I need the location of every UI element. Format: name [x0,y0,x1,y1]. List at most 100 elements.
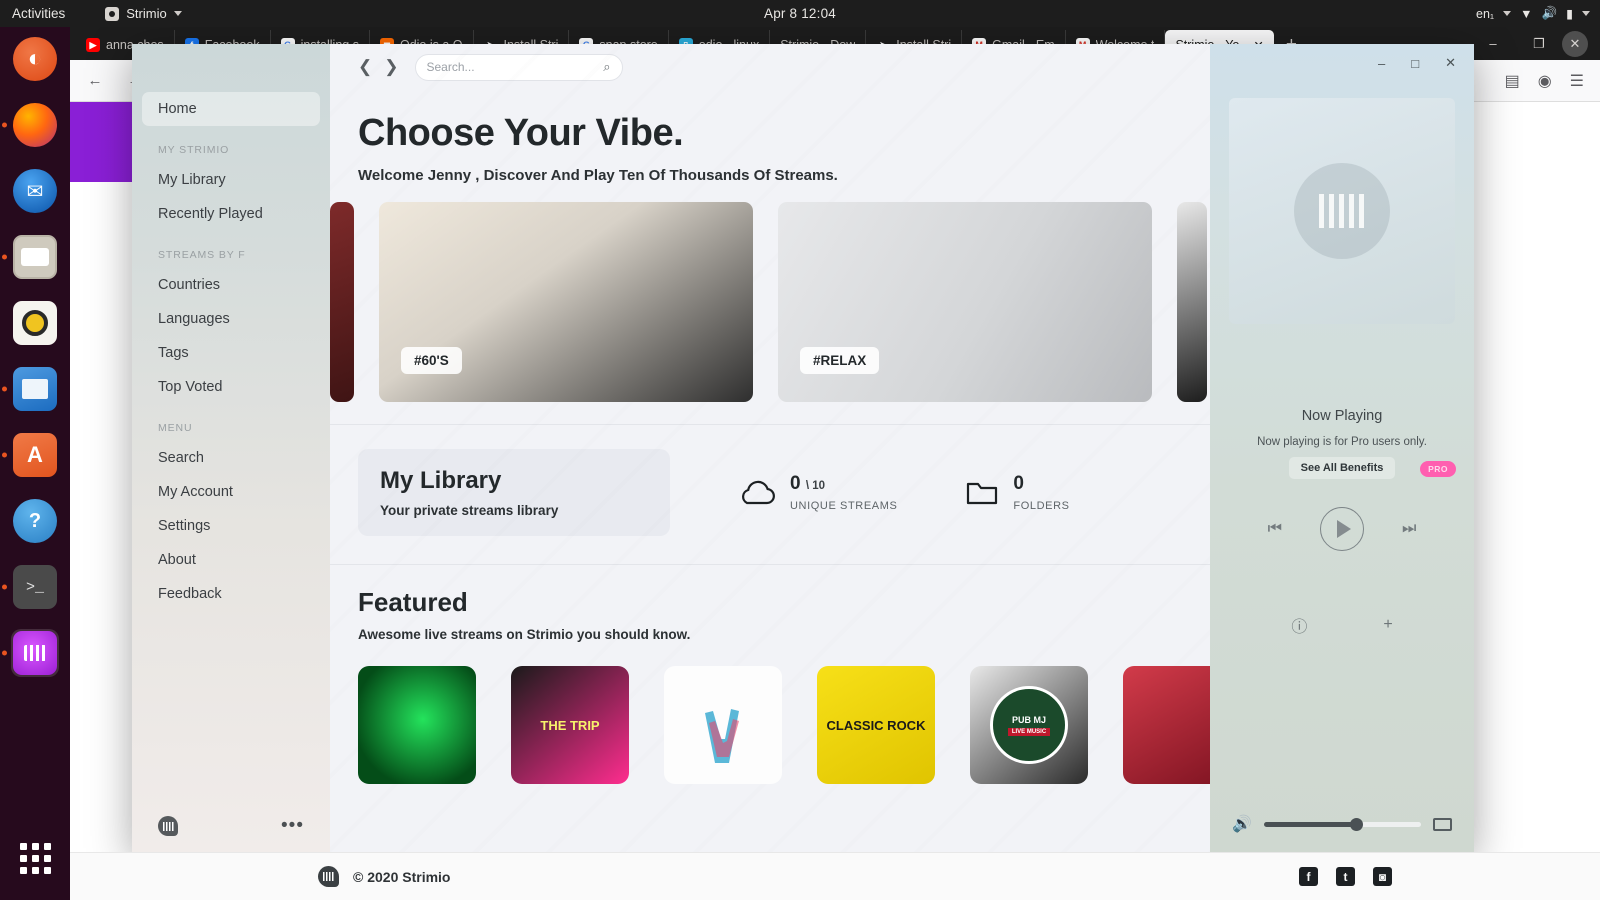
account-icon[interactable]: ◉ [1538,71,1552,91]
rhythmbox-icon [13,301,57,345]
browser-window-controls[interactable]: – ❐ ✕ [1470,27,1600,60]
system-tray[interactable]: en₁ ▼ 🔊 ▮ [1476,6,1590,21]
vibe-card-60s[interactable]: #60'S [379,202,753,402]
show-applications-button[interactable] [19,843,51,874]
previous-track-button[interactable]: ⏮ [1268,520,1282,538]
volume-knob[interactable] [1350,817,1364,831]
browser-close-button[interactable]: ✕ [1562,30,1588,57]
strimio-waveform-icon [1294,163,1390,259]
pro-badge: PRO [1420,461,1456,477]
sidebar-item-top-voted[interactable]: Top Voted [132,370,330,404]
battery-icon: ▮ [1566,7,1573,21]
volume-slider[interactable] [1263,817,1421,831]
add-icon[interactable]: + [1383,616,1392,634]
dock-item-rhythmbox[interactable] [11,299,59,347]
strimio-maximize-button[interactable]: □ [1411,56,1419,71]
facebook-icon[interactable]: f [1299,867,1318,886]
vibe-card-tag: #60'S [401,347,462,374]
my-library-card[interactable]: My Library Your private streams library [358,449,670,536]
strimio-close-button[interactable]: ✕ [1445,55,1456,71]
see-all-benefits-button[interactable]: See All Benefits [1288,457,1396,479]
app-forward-icon[interactable]: ❯ [384,57,398,77]
dock-item-help[interactable]: ? [11,497,59,545]
search-icon[interactable]: ⌕ [603,59,610,75]
thunderbird-icon: ✉ [13,169,57,213]
files-icon [13,235,57,279]
sidebar-item-tags[interactable]: Tags [132,336,330,370]
player-secondary-controls[interactable]: ⓘ + [1210,613,1474,637]
featured-thumb-pub-mj[interactable]: PUB MJ LIVE MUSIC [970,666,1088,784]
gnome-top-bar: Activities Strimio Apr 8 12:04 en₁ ▼ 🔊 ▮ [0,0,1600,27]
stat-value: 0 [1013,473,1024,494]
play-button[interactable] [1320,507,1364,551]
menu-icon[interactable]: ☰ [1570,71,1584,91]
twitter-icon[interactable]: t [1336,867,1355,886]
ubuntu-dock[interactable]: ◐ ✉ A ? >_ [0,27,70,900]
cloud-icon [742,480,775,504]
app-back-icon[interactable]: ❮ [358,57,372,77]
sidebar-item-home[interactable]: Home [142,92,320,126]
dock-item-strimio[interactable] [11,629,59,677]
dock-item-firefox[interactable] [11,101,59,149]
sidebar-item-about[interactable]: About [132,543,330,577]
vibe-card-peek-right[interactable] [1177,202,1207,402]
writer-icon [13,367,57,411]
browser-maximize-button[interactable]: ❐ [1516,27,1562,60]
strimio-minimize-button[interactable]: – [1378,56,1385,71]
volume-icon[interactable]: 🔊 [1232,814,1252,834]
ubuntu-logo-icon: ◐ [13,37,57,81]
sidebar-item-settings[interactable]: Settings [132,509,330,543]
thumb-caption: PUB MJ [1011,714,1046,725]
sidebar-group-my-strimio: MY STRIMIO [158,144,230,156]
sidebar-item-my-library[interactable]: My Library [132,163,330,197]
sidebar-item-my-account[interactable]: My Account [132,475,330,509]
search-placeholder: Search... [426,60,475,74]
browser-back-icon[interactable]: ← [80,66,110,96]
pro-note: Now playing is for Pro users only. [1257,436,1427,448]
featured-thumb-classic-rock[interactable]: CLASSIC ROCK [817,666,935,784]
keyboard-layout-indicator[interactable]: en₁ [1476,7,1494,21]
dock-item-libreoffice-writer[interactable] [11,365,59,413]
dock-item-ubuntu[interactable]: ◐ [11,35,59,83]
social-links[interactable]: f t ◙ [1299,867,1392,886]
activities-button[interactable]: Activities [12,6,65,21]
featured-thumb-green-vinyl[interactable] [358,666,476,784]
search-input[interactable]: Search... ⌕ [414,53,623,81]
sidebar-item-countries[interactable]: Countries [132,268,330,302]
sidebar-item-languages[interactable]: Languages [132,302,330,336]
app-menu-button[interactable]: Strimio [105,6,182,21]
cast-icon[interactable] [1433,817,1452,831]
sidebar-item-recently-played[interactable]: Recently Played [132,197,330,231]
sidebar-more-button[interactable]: ••• [281,816,304,835]
vibe-card-relax[interactable]: #RELAX [778,202,1152,402]
instagram-icon[interactable]: ◙ [1373,867,1392,886]
sidebar-item-feedback[interactable]: Feedback [132,577,330,611]
terminal-icon: >_ [13,565,57,609]
thumb-sub-caption: LIVE MUSIC [1007,727,1051,736]
player-volume-bar[interactable]: 🔊 [1210,814,1474,834]
strimio-logo-icon [158,816,178,836]
youtube-favicon-icon: ▶ [86,38,100,52]
clock[interactable]: Apr 8 12:04 [764,6,836,21]
next-track-button[interactable]: ⏭ [1402,520,1416,538]
featured-thumb-the-trip[interactable]: THE TRIP [511,666,629,784]
stat-folders: 0 FOLDERS [965,473,1069,512]
dock-item-thunderbird[interactable]: ✉ [11,167,59,215]
dock-item-terminal[interactable]: >_ [11,563,59,611]
browser-minimize-button[interactable]: – [1470,27,1516,60]
featured-thumb-peace-hand[interactable] [664,666,782,784]
vibe-card-peek-left[interactable] [330,202,354,402]
strimio-app-window: Home MY STRIMIO My Library Recently Play… [132,44,1474,852]
strimio-app-icon [105,6,120,21]
strimio-sidebar: Home MY STRIMIO My Library Recently Play… [132,44,330,852]
sidebar-item-search[interactable]: Search [132,441,330,475]
folder-icon [967,482,998,504]
strimio-window-controls[interactable]: – □ ✕ [1210,44,1474,82]
info-icon[interactable]: ⓘ [1291,613,1307,637]
now-playing-panel: – □ ✕ Now Playing PRO Now playing is for… [1210,44,1474,852]
dock-item-files[interactable] [11,233,59,281]
sidebar-icon[interactable]: ▤ [1505,71,1520,91]
player-transport-controls[interactable]: ⏮ ⏭ [1210,507,1474,551]
sidebar-group-menu: MENU [158,422,193,434]
dock-item-ubuntu-software[interactable]: A [11,431,59,479]
